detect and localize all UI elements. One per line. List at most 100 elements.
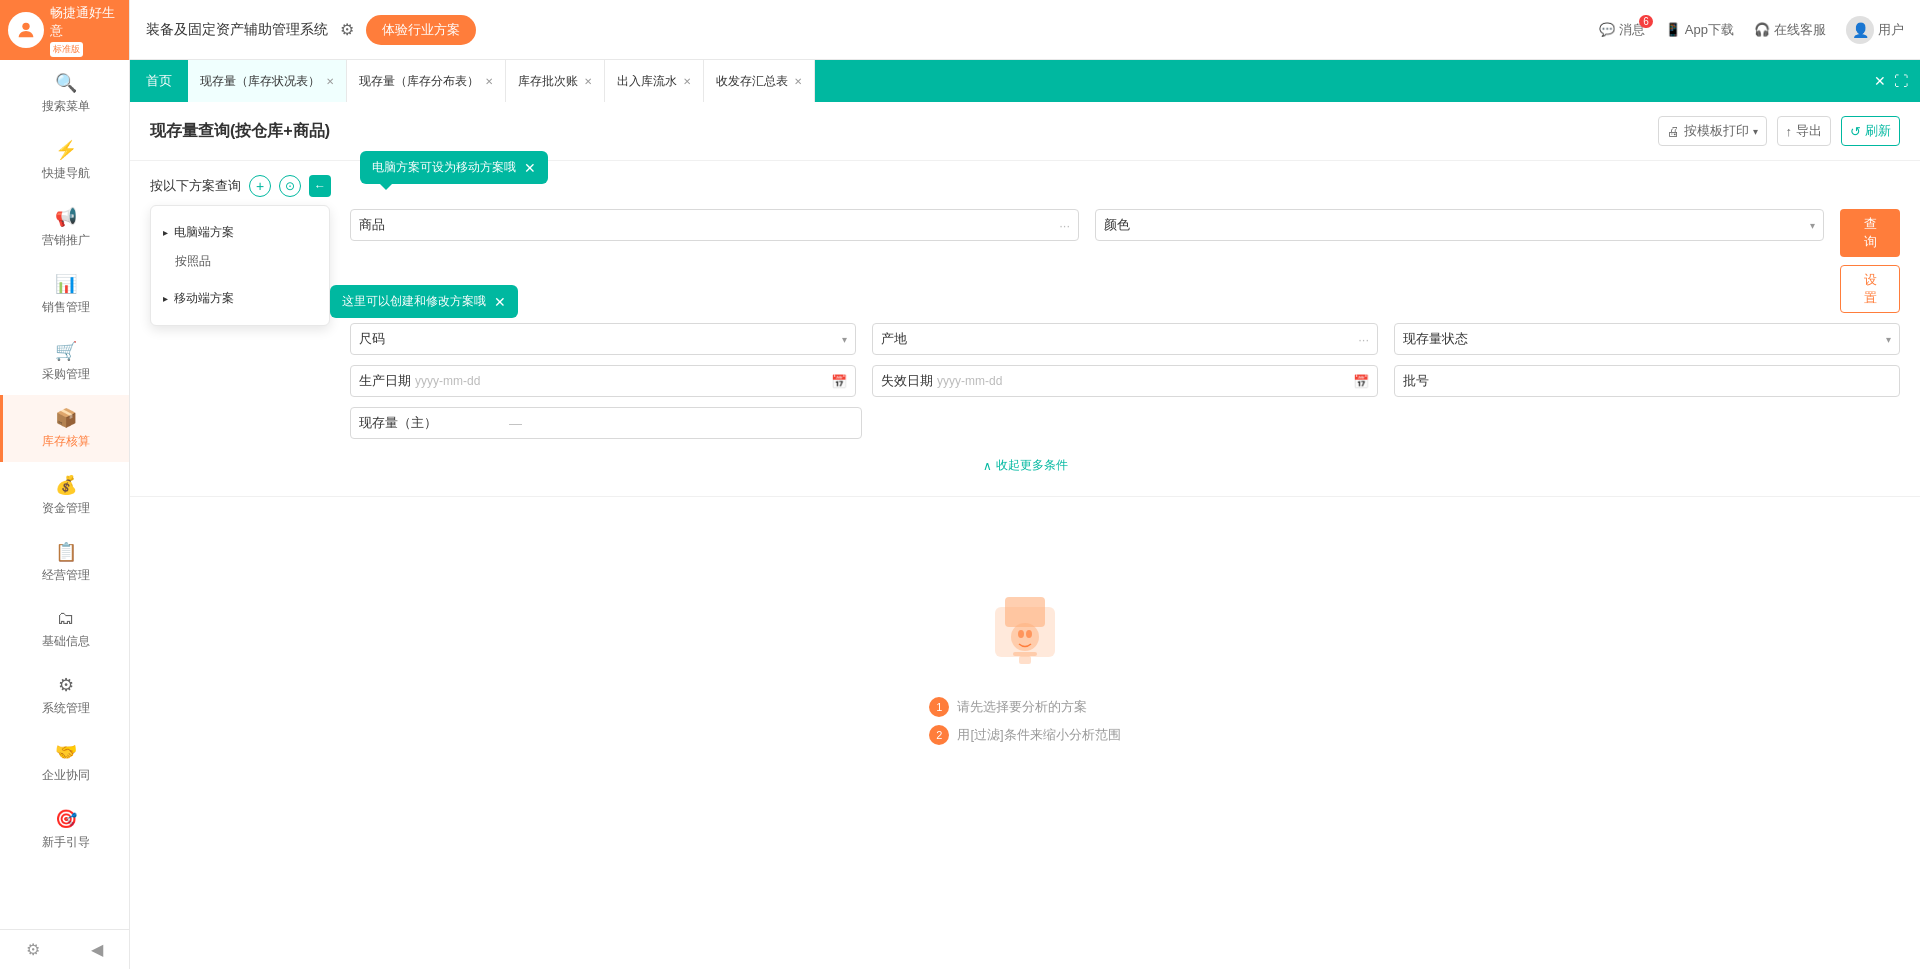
scheme-desktop-label: 电脑端方案 — [174, 224, 234, 241]
empty-illustration — [975, 577, 1075, 677]
refresh-icon: ↺ — [1850, 124, 1861, 139]
chevron-down-icon: ▸ — [163, 227, 168, 238]
filter-header: 按以下方案查询 + ⊙ ← 电脑方案可设为移动方案哦 ✕ — [150, 175, 1900, 197]
empty-state: 1 请先选择要分析的方案 2 用[过滤]条件来缩小分析范围 — [130, 497, 1920, 825]
reset-button[interactable]: 设置 — [1840, 265, 1900, 313]
tooltip1-text: 电脑方案可设为移动方案哦 — [372, 159, 516, 176]
tab-stock-dist-label: 现存量（库存分布表） — [359, 73, 479, 90]
sidebar-collapse-btn[interactable]: ◀ — [91, 940, 103, 959]
tab-stock-dist[interactable]: 现存量（库存分布表） ✕ — [347, 60, 506, 102]
tab-stock-status[interactable]: 现存量（库存状况表） ✕ — [188, 60, 347, 102]
filter-arrow-btn[interactable]: ← — [309, 175, 331, 197]
sidebar-item-label-marketing: 营销推广 — [42, 232, 90, 249]
svg-point-4 — [1018, 630, 1024, 638]
refresh-button[interactable]: ↺ 刷新 — [1841, 116, 1900, 146]
calendar-mfg-icon[interactable]: 📅 — [831, 374, 847, 389]
field-color[interactable]: 颜色 ▾ — [1095, 209, 1824, 241]
sidebar-item-sales[interactable]: 📊 销售管理 — [0, 261, 129, 328]
field-stock-status-label: 现存量状态 — [1403, 330, 1468, 348]
tab-stock-batch-label: 库存批次账 — [518, 73, 578, 90]
calendar-exp-icon[interactable]: 📅 — [1353, 374, 1369, 389]
chevron-right-icon: ▸ — [163, 293, 168, 304]
step-num-2: 2 — [929, 725, 949, 745]
export-button[interactable]: ↑ 导出 — [1777, 116, 1832, 146]
settings-gear-icon[interactable]: ⚙ — [340, 20, 354, 39]
collapse-bar[interactable]: ∧ 收起更多条件 — [150, 449, 1900, 482]
sales-icon: 📊 — [55, 273, 77, 295]
tab-bar: 首页 现存量（库存状况表） ✕ 现存量（库存分布表） ✕ 库存批次账 ✕ 出入库… — [130, 60, 1920, 102]
sidebar-item-basic[interactable]: 🗂 基础信息 — [0, 596, 129, 662]
field-stock-qty-max[interactable] — [528, 416, 588, 431]
tab-stock-summary[interactable]: 收发存汇总表 ✕ — [704, 60, 815, 102]
sidebar-item-guide[interactable]: 🎯 新手引导 — [0, 796, 129, 863]
tooltip2-close-btn[interactable]: ✕ — [494, 294, 506, 310]
tab-home[interactable]: 首页 — [130, 60, 188, 102]
sidebar-item-operations[interactable]: 📋 经营管理 — [0, 529, 129, 596]
sidebar-item-inventory[interactable]: 📦 库存核算 — [0, 395, 129, 462]
tab-stock-batch[interactable]: 库存批次账 ✕ — [506, 60, 605, 102]
print-chevron-icon: ▾ — [1753, 126, 1758, 137]
sidebar-item-marketing[interactable]: 📢 营销推广 — [0, 194, 129, 261]
purchase-icon: 🛒 — [55, 340, 77, 362]
field-size[interactable]: 尺码 ▾ — [350, 323, 856, 355]
tooltip1-close-btn[interactable]: ✕ — [524, 160, 536, 176]
scheme-section-mobile: ▸ 移动端方案 — [151, 280, 329, 317]
collapse-up-icon: ∧ — [983, 459, 992, 473]
sidebar-item-label-sales: 销售管理 — [42, 299, 90, 316]
tooltip2-text: 这里可以创建和修改方案哦 — [342, 293, 486, 310]
system-icon: ⚙ — [58, 674, 74, 696]
message-btn[interactable]: 💬 消息 6 — [1599, 21, 1645, 39]
app-download-btn[interactable]: 📱 App下载 — [1665, 21, 1734, 39]
query-button[interactable]: 查询 — [1840, 209, 1900, 257]
tooltip-scheme-mobile: 电脑方案可设为移动方案哦 ✕ — [360, 151, 548, 184]
sidebar-item-finance[interactable]: 💰 资金管理 — [0, 462, 129, 529]
field-goods-more-icon[interactable]: ··· — [1059, 218, 1070, 233]
logo-icon — [8, 12, 44, 48]
quick-nav-icon: ⚡ — [55, 139, 77, 161]
tooltip-edit-scheme: 这里可以创建和修改方案哦 ✕ — [330, 285, 518, 318]
tab-stock-flow-close[interactable]: ✕ — [683, 76, 691, 87]
tab-stock-batch-close[interactable]: ✕ — [584, 76, 592, 87]
tab-close-all-icon[interactable]: ✕ — [1874, 73, 1886, 89]
logo-title: 畅捷通好生意 — [50, 4, 121, 40]
sidebar-settings-btn[interactable]: ⚙ — [26, 940, 40, 959]
svg-point-5 — [1026, 630, 1032, 638]
field-stock-status[interactable]: 现存量状态 ▾ — [1394, 323, 1900, 355]
message-icon: 💬 — [1599, 22, 1615, 37]
chevron-size-icon: ▾ — [842, 334, 847, 345]
online-support-btn[interactable]: 🎧 在线客服 — [1754, 21, 1826, 39]
guide-icon: 🎯 — [55, 808, 77, 830]
svg-rect-7 — [1019, 656, 1031, 664]
marketing-icon: 📢 — [55, 206, 77, 228]
header-right: 💬 消息 6 📱 App下载 🎧 在线客服 👤 用户 — [1599, 16, 1904, 44]
scheme-section-mobile-header[interactable]: ▸ 移动端方案 — [151, 284, 329, 313]
sidebar-item-quick-nav[interactable]: ⚡ 快捷导航 — [0, 127, 129, 194]
user-menu[interactable]: 👤 用户 — [1846, 16, 1904, 44]
filter-add-btn[interactable]: + — [249, 175, 271, 197]
finance-icon: 💰 — [55, 474, 77, 496]
tab-stock-summary-close[interactable]: ✕ — [794, 76, 802, 87]
tab-fullscreen-icon[interactable]: ⛶ — [1894, 73, 1908, 89]
field-stock-qty: 现存量（主） — — [350, 407, 862, 439]
tab-stock-dist-close[interactable]: ✕ — [485, 76, 493, 87]
empty-steps: 1 请先选择要分析的方案 2 用[过滤]条件来缩小分析范围 — [929, 697, 1120, 745]
svg-rect-2 — [1005, 597, 1045, 627]
app-download-label: App下载 — [1685, 21, 1734, 39]
tab-stock-status-close[interactable]: ✕ — [326, 76, 334, 87]
trial-button[interactable]: 体验行业方案 — [366, 15, 476, 45]
scheme-item-product-label: 按照品 — [175, 254, 211, 268]
sidebar-item-system[interactable]: ⚙ 系统管理 — [0, 662, 129, 729]
sidebar-item-enterprise[interactable]: 🤝 企业协同 — [0, 729, 129, 796]
field-origin-more-icon[interactable]: ··· — [1358, 332, 1369, 347]
field-stock-qty-min[interactable] — [443, 416, 503, 431]
field-mfg-date-placeholder: yyyy-mm-dd — [415, 374, 827, 388]
sidebar-item-purchase[interactable]: 🛒 采购管理 — [0, 328, 129, 395]
scheme-section-desktop-header[interactable]: ▸ 电脑端方案 — [151, 218, 329, 247]
field-batch-input[interactable] — [1437, 374, 1891, 389]
tab-stock-flow[interactable]: 出入库流水 ✕ — [605, 60, 704, 102]
sidebar-item-label-enterprise: 企业协同 — [42, 767, 90, 784]
print-button[interactable]: 🖨 按模板打印 ▾ — [1658, 116, 1767, 146]
scheme-item-product[interactable]: 按照品 — [151, 247, 329, 276]
sidebar-item-search[interactable]: 🔍 搜索菜单 — [0, 60, 129, 127]
filter-copy-btn[interactable]: ⊙ — [279, 175, 301, 197]
